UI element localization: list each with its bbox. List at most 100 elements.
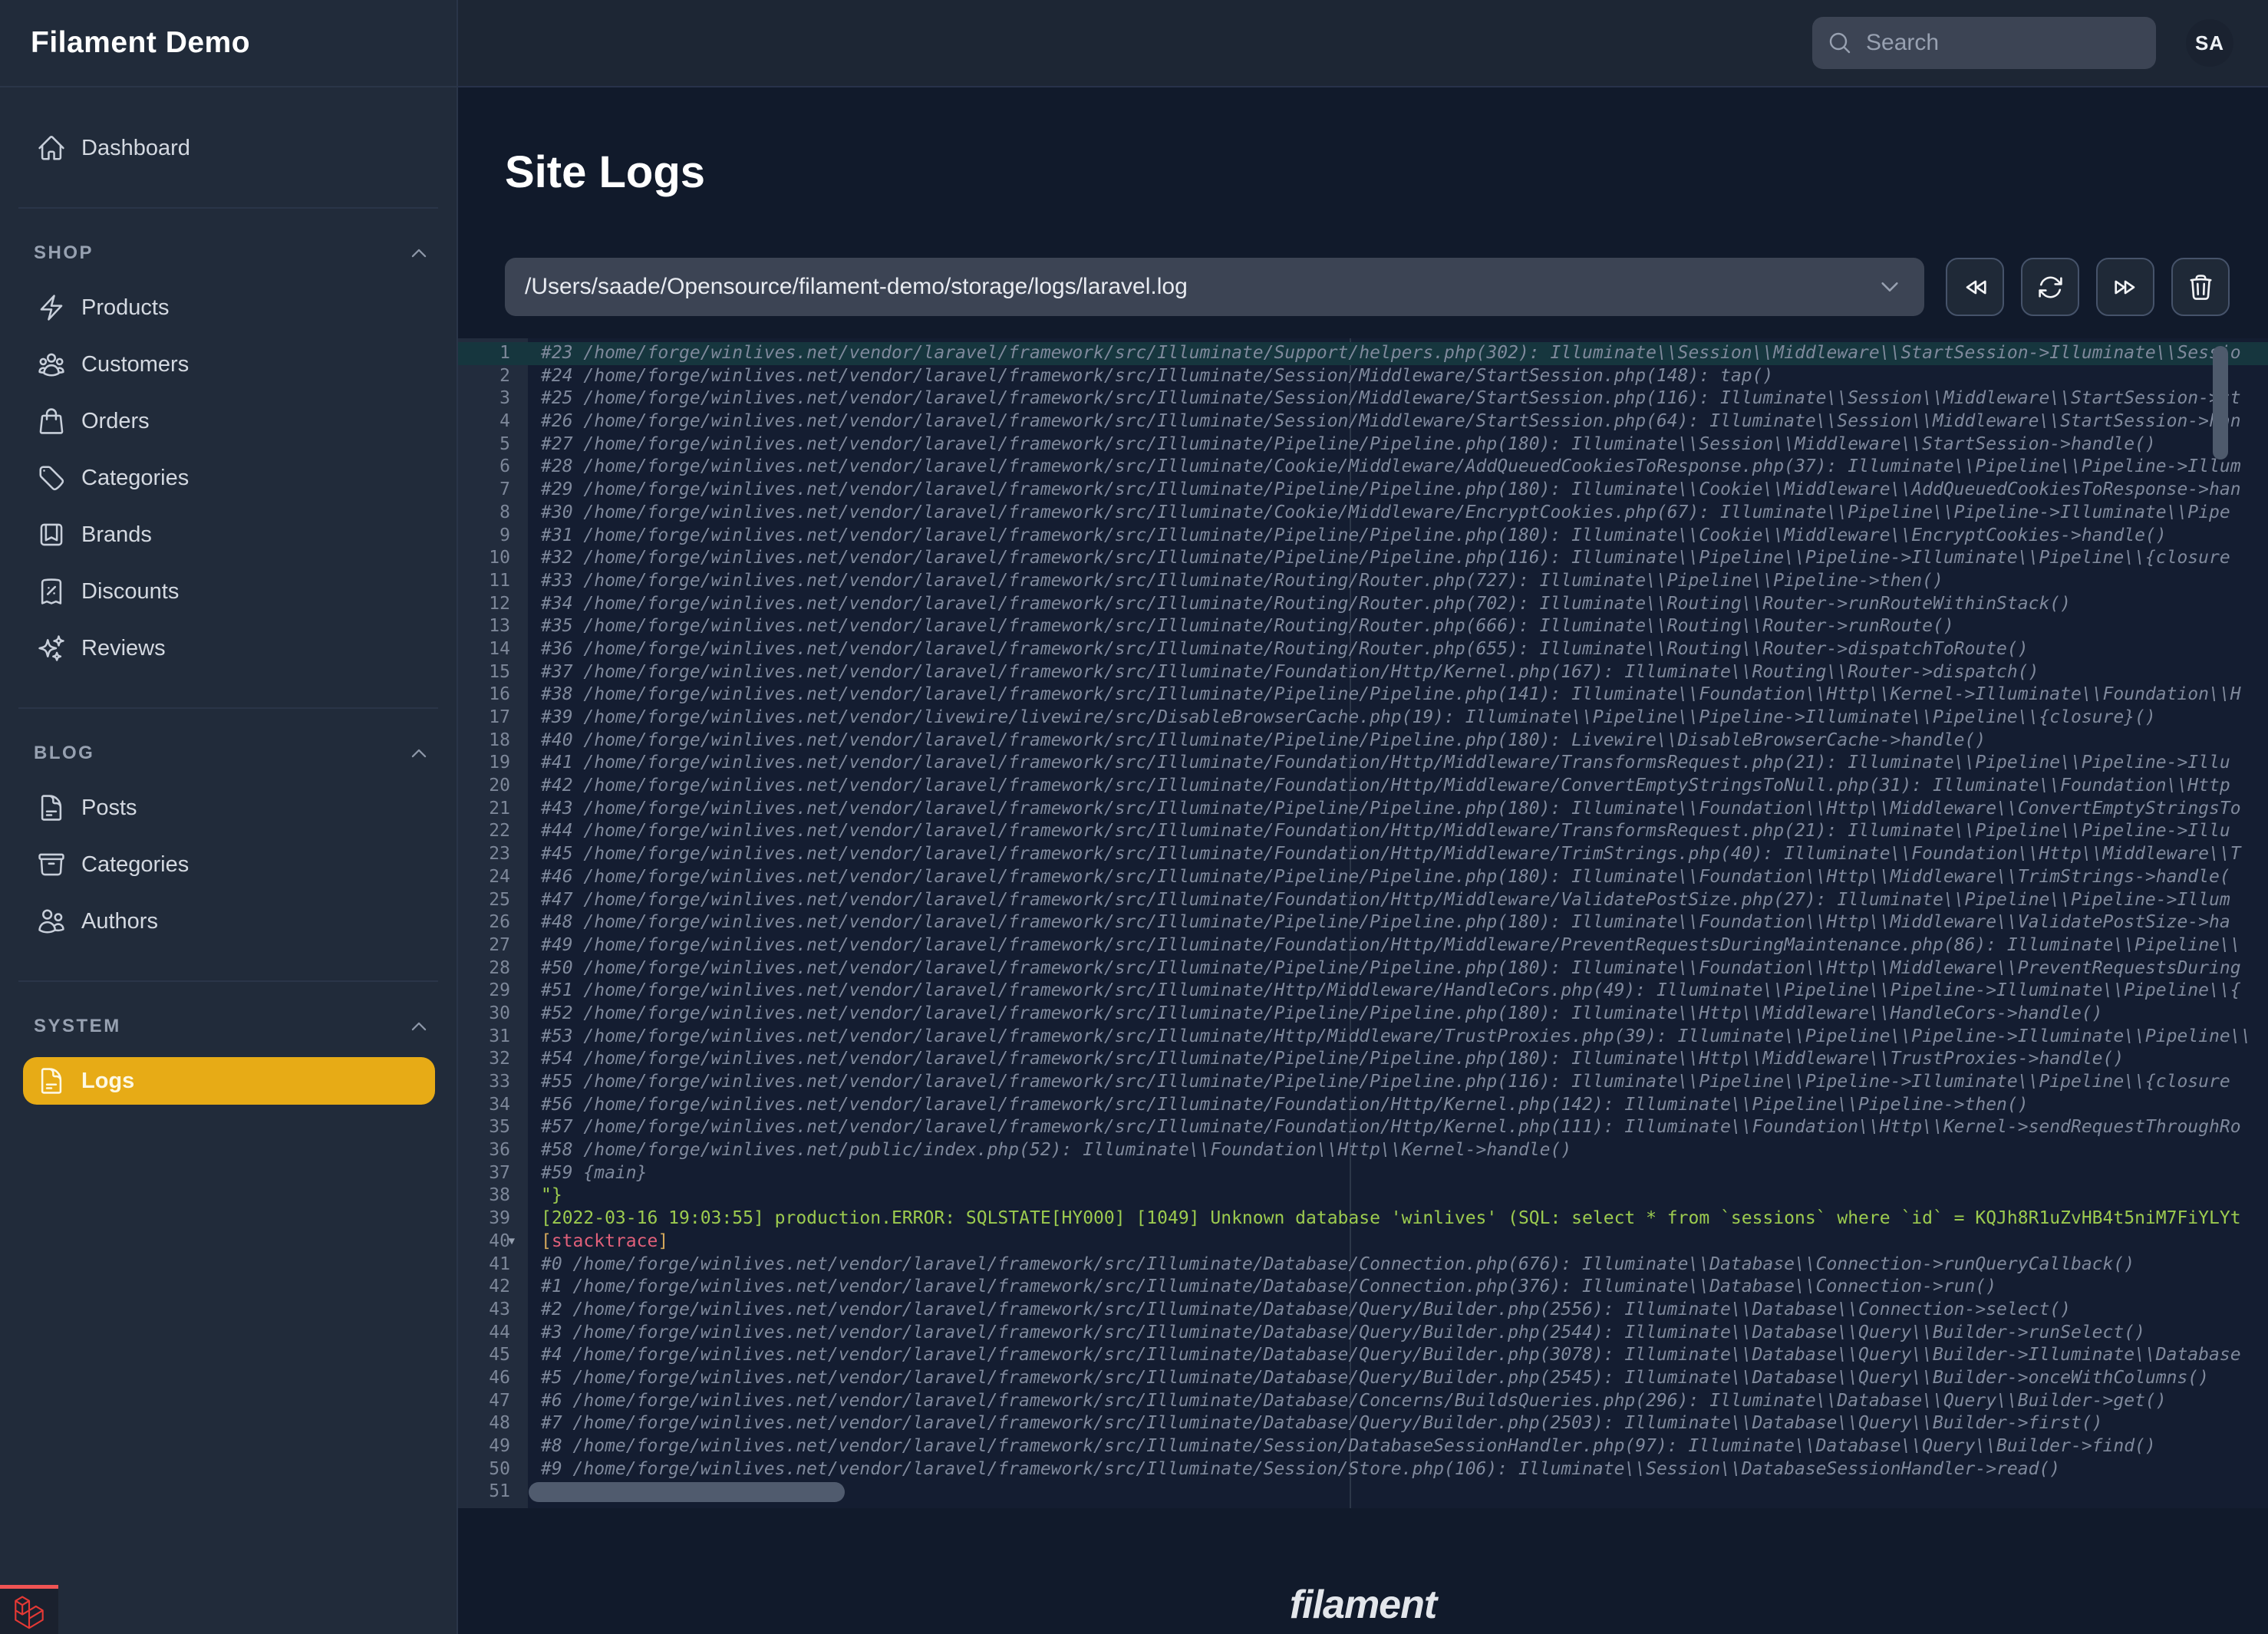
line-number: 28: [489, 957, 510, 978]
log-line-text: #53 /home/forge/winlives.net/vendor/lara…: [541, 1026, 2252, 1046]
line-number: 50: [489, 1458, 510, 1479]
rewind-button[interactable]: [1946, 258, 2004, 316]
log-line: 16 #38 /home/forge/winlives.net/vendor/la…: [458, 684, 2268, 707]
sidebar-item-blog-authors[interactable]: Authors: [23, 898, 435, 945]
log-line: 30 #52 /home/forge/winlives.net/vendor/la…: [458, 1003, 2268, 1026]
line-number: 1: [499, 343, 510, 363]
line-number: 5: [499, 433, 510, 454]
line-number: 31: [489, 1026, 510, 1046]
log-file-select[interactable]: /Users/saade/Opensource/filament-demo/st…: [505, 258, 1924, 316]
line-number: 39: [489, 1208, 510, 1229]
log-line: 31 #53 /home/forge/winlives.net/vendor/la…: [458, 1026, 2268, 1049]
sidebar-group-shop[interactable]: SHOP: [34, 242, 429, 264]
page-title: Site Logs: [505, 147, 706, 197]
log-line: 25 #47 /home/forge/winlives.net/vendor/la…: [458, 889, 2268, 912]
line-number: 43: [489, 1299, 510, 1319]
log-line-text: #24 /home/forge/winlives.net/vendor/lara…: [541, 365, 1774, 386]
topbar: SA: [458, 0, 2268, 87]
line-number: 46: [489, 1367, 510, 1388]
log-line: 21 #43 /home/forge/winlives.net/vendor/la…: [458, 798, 2268, 821]
sidebar-item-shop-products[interactable]: Products: [23, 284, 435, 331]
log-line-text: #33 /home/forge/winlives.net/vendor/lara…: [541, 570, 1943, 591]
refresh-button[interactable]: [2021, 258, 2079, 316]
sidebar-item-blog-posts[interactable]: Posts: [23, 784, 435, 832]
tag-icon: [37, 463, 66, 493]
vertical-scrollbar[interactable]: [2213, 346, 2228, 460]
log-line-text: #42 /home/forge/winlives.net/vendor/lara…: [541, 776, 2230, 796]
refresh-icon: [2036, 273, 2065, 301]
log-line: 33 #55 /home/forge/winlives.net/vendor/la…: [458, 1071, 2268, 1094]
log-line: 45 #4 /home/forge/winlives.net/vendor/lar…: [458, 1344, 2268, 1367]
log-line-text: #9 /home/forge/winlives.net/vendor/larav…: [541, 1458, 2061, 1479]
home-icon: [37, 133, 66, 163]
sidebar: Filament Demo Dashboard SHOP Products Custo…: [0, 0, 458, 1634]
log-line-text: #50 /home/forge/winlives.net/vendor/lara…: [541, 957, 2241, 978]
log-line-text: #46 /home/forge/winlives.net/vendor/lara…: [541, 866, 2230, 887]
log-line-text: #31 /home/forge/winlives.net/vendor/lara…: [541, 525, 2167, 545]
line-number: 3: [499, 388, 510, 409]
chevron-up-icon: [409, 1016, 429, 1036]
sidebar-item-system-logs[interactable]: Logs: [23, 1057, 435, 1105]
trash-icon: [2187, 273, 2215, 301]
sidebar-item-blog-categories[interactable]: Categories: [23, 841, 435, 888]
line-number: 20: [489, 776, 510, 796]
bolt-icon: [37, 293, 66, 322]
horizontal-scrollbar[interactable]: [529, 1482, 845, 1502]
log-line-text: [stacktrace]: [541, 1230, 669, 1251]
archive-box-icon: [37, 850, 66, 879]
sidebar-item-shop-reviews[interactable]: Reviews: [23, 624, 435, 672]
sidebar-item-shop-categories[interactable]: Categories: [23, 454, 435, 502]
line-number: 19: [489, 753, 510, 773]
line-number: 7: [499, 479, 510, 500]
sidebar-item-dashboard[interactable]: Dashboard: [23, 124, 435, 172]
log-line: 3 #25 /home/forge/winlives.net/vendor/lar…: [458, 387, 2268, 410]
fast-forward-button[interactable]: [2096, 258, 2154, 316]
sidebar-group-label: SHOP: [34, 242, 94, 263]
line-number: 38: [489, 1185, 510, 1206]
document-text-icon: [37, 1066, 66, 1095]
log-line: 40 ▾ [stacktrace]: [458, 1230, 2268, 1254]
line-number: 13: [489, 616, 510, 637]
avatar[interactable]: SA: [2186, 19, 2233, 67]
log-line-text: #7 /home/forge/winlives.net/vendor/larav…: [541, 1413, 2103, 1434]
bookmark-square-icon: [37, 520, 66, 549]
sidebar-divider: [18, 707, 438, 709]
log-line: 23 #45 /home/forge/winlives.net/vendor/la…: [458, 843, 2268, 866]
sidebar-item-shop-brands[interactable]: Brands: [23, 511, 435, 558]
laravel-debugbar-toggle[interactable]: [0, 1585, 58, 1634]
search-input[interactable]: [1864, 29, 2141, 57]
log-line-text: [2022-03-16 19:03:55] production.ERROR: …: [541, 1208, 2241, 1229]
line-number: 17: [489, 707, 510, 727]
line-number: 8: [499, 502, 510, 522]
sidebar-item-shop-customers[interactable]: Customers: [23, 341, 435, 388]
search-field[interactable]: [1812, 17, 2156, 69]
log-line-text: #55 /home/forge/winlives.net/vendor/lara…: [541, 1072, 2230, 1092]
line-number: 40: [489, 1230, 510, 1251]
sidebar-group-system[interactable]: SYSTEM: [34, 1016, 429, 1037]
brand: Filament Demo: [0, 0, 457, 87]
line-number: 37: [489, 1162, 510, 1183]
shopping-bag-icon: [37, 407, 66, 436]
sidebar-group-label: SYSTEM: [34, 1016, 121, 1036]
sidebar-group-blog[interactable]: BLOG: [34, 743, 429, 764]
sidebar-nav: Dashboard SHOP Products Customers Orders Cate…: [0, 87, 457, 1105]
line-number: 6: [499, 456, 510, 477]
delete-log-button[interactable]: [2171, 258, 2230, 316]
sidebar-item-shop-orders[interactable]: Orders: [23, 397, 435, 445]
log-line: 14 #36 /home/forge/winlives.net/vendor/la…: [458, 638, 2268, 661]
document-text-icon: [37, 793, 66, 822]
log-line-text: "}: [541, 1185, 562, 1206]
sidebar-item-shop-discounts[interactable]: Discounts: [23, 568, 435, 615]
log-line-text: #40 /home/forge/winlives.net/vendor/lara…: [541, 730, 1986, 750]
line-number: 35: [489, 1117, 510, 1138]
log-line-text: #30 /home/forge/winlives.net/vendor/lara…: [541, 502, 2230, 522]
log-line: 17 #39 /home/forge/winlives.net/vendor/li…: [458, 707, 2268, 730]
log-line-text: #41 /home/forge/winlives.net/vendor/lara…: [541, 753, 2230, 773]
receipt-percent-icon: [37, 577, 66, 606]
fold-marker-icon[interactable]: ▾: [509, 1230, 515, 1253]
log-line-text: #8 /home/forge/winlives.net/vendor/larav…: [541, 1436, 2156, 1456]
line-number: 29: [489, 980, 510, 1001]
line-number: 24: [489, 866, 510, 887]
log-viewer[interactable]: 1 #23 /home/forge/winlives.net/vendor/lar…: [458, 338, 2268, 1508]
log-line: 35 #57 /home/forge/winlives.net/vendor/la…: [458, 1116, 2268, 1139]
